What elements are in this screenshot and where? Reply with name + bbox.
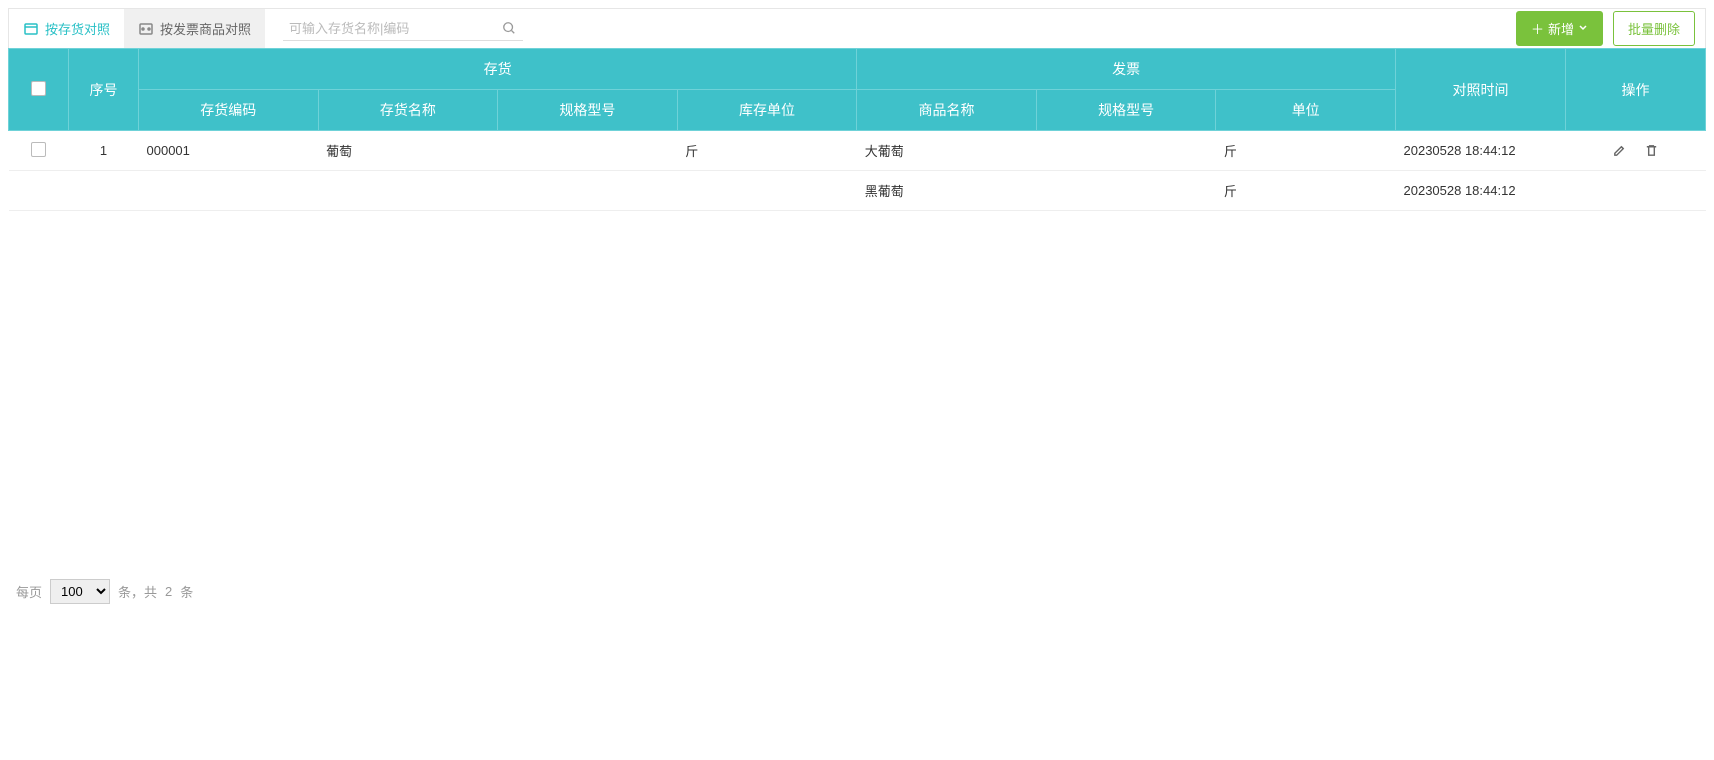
th-product-name: 商品名称 [857,90,1037,131]
edit-icon[interactable] [1612,143,1628,159]
cell-product-name: 大葡萄 [857,131,1037,171]
footer-unit-suffix: 条 [180,582,193,601]
footer-unit-text: 条，共 [118,582,157,601]
th-inventory-unit: 库存单位 [677,90,857,131]
th-inventory-spec: 规格型号 [498,90,678,131]
pagination-footer: 每页 100 条，共 2 条 [8,571,1706,612]
cell-inventory-name: 葡萄 [318,131,498,171]
th-seq: 序号 [69,49,139,131]
toolbar: 按存货对照 按发票商品对照 ＋ 新增 批量删除 [8,8,1706,48]
button-label: 批量删除 [1628,19,1680,38]
th-match-time: 对照时间 [1396,49,1566,131]
th-product-spec: 规格型号 [1036,90,1216,131]
cell-inventory-spec [498,131,678,171]
plus-icon: ＋ [1531,19,1544,38]
cell-product-unit: 斤 [1216,131,1396,171]
button-label: 新增 [1548,19,1574,38]
cell-inventory-code: 000001 [139,131,319,171]
cell-match-time: 20230528 18:44:12 [1396,171,1566,211]
cell-inventory-name [318,171,498,211]
tab-by-invoice[interactable]: 按发票商品对照 [124,9,265,48]
batch-delete-button[interactable]: 批量删除 [1613,11,1695,46]
data-table: 序号 存货 发票 对照时间 操作 存货编码 存货名称 规格型号 库存单位 商品名… [8,48,1706,211]
cell-inventory-code [139,171,319,211]
cell-inventory-unit [677,171,857,211]
th-inventory-group: 存货 [139,49,857,90]
search-box [283,16,523,41]
th-actions: 操作 [1566,49,1706,131]
th-invoice-group: 发票 [857,49,1396,90]
cell-product-spec [1036,131,1216,171]
per-page-select[interactable]: 100 [50,579,110,604]
th-inventory-name: 存货名称 [318,90,498,131]
footer-total: 2 [165,584,172,599]
cell-seq: 1 [69,131,139,171]
cell-inventory-unit: 斤 [677,131,857,171]
invoice-icon [138,21,154,37]
chevron-down-icon [1578,21,1588,36]
cell-match-time: 20230528 18:44:12 [1396,131,1566,171]
table-row: 1 000001 葡萄 斤 大葡萄 斤 20230528 18:44:12 [9,131,1706,171]
row-checkbox[interactable] [31,142,46,157]
tab-label: 按存货对照 [45,19,110,38]
tab-by-inventory[interactable]: 按存货对照 [9,9,124,48]
cell-product-unit: 斤 [1216,171,1396,211]
tab-label: 按发票商品对照 [160,19,251,38]
th-product-unit: 单位 [1216,90,1396,131]
per-page-label: 每页 [16,582,42,601]
th-inventory-code: 存货编码 [139,90,319,131]
cell-product-spec [1036,171,1216,211]
search-input[interactable] [289,21,501,36]
add-button[interactable]: ＋ 新增 [1516,11,1603,46]
cell-product-name: 黑葡萄 [857,171,1037,211]
table-row: 黑葡萄 斤 20230528 18:44:12 [9,171,1706,211]
delete-icon[interactable] [1644,143,1660,159]
select-all-checkbox[interactable] [31,81,46,96]
cell-inventory-spec [498,171,678,211]
cell-seq [69,171,139,211]
search-icon[interactable] [501,20,517,36]
inventory-icon [23,21,39,37]
